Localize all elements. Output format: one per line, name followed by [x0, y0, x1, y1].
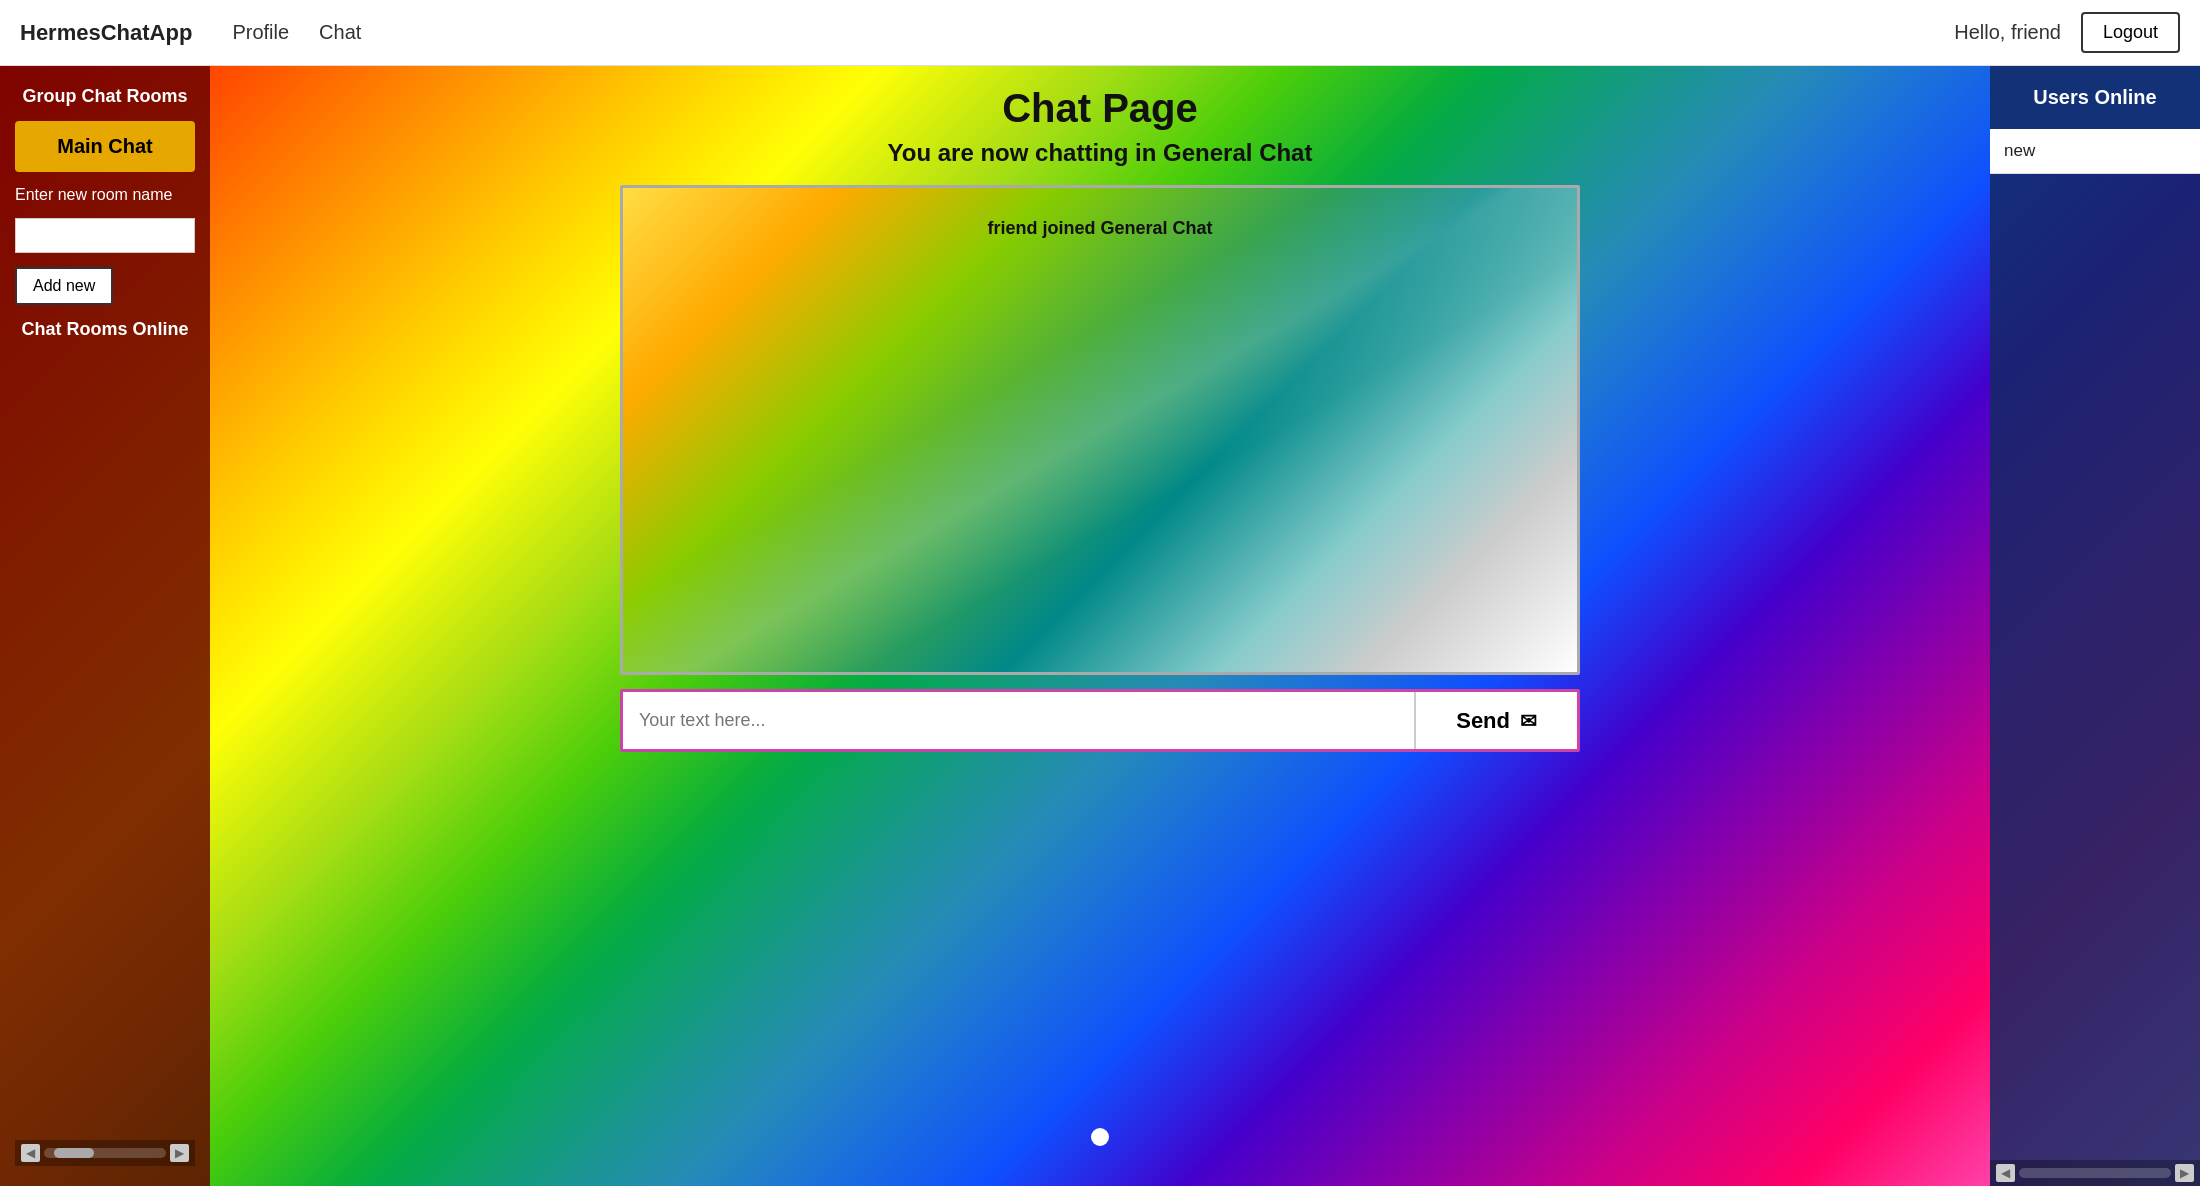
- right-sidebar: Users Online new ◀ ▶: [1990, 66, 2200, 1186]
- right-sidebar-scrollbar: ◀ ▶: [1990, 1160, 2200, 1186]
- app-brand: HermesChatApp: [20, 20, 192, 46]
- group-chat-rooms-title: Group Chat Rooms: [15, 86, 195, 107]
- chat-rooms-online-title: Chat Rooms Online: [15, 319, 195, 340]
- main-chat-button[interactable]: Main Chat: [15, 121, 195, 172]
- right-scroll-left-arrow[interactable]: ◀: [1996, 1164, 2015, 1182]
- add-new-button[interactable]: Add new: [15, 267, 113, 305]
- online-users-list: new: [1990, 129, 2200, 1160]
- enter-room-name-label: Enter new room name: [15, 186, 195, 204]
- left-sidebar-scrollbar: ◀ ▶: [15, 1140, 195, 1166]
- online-user-item[interactable]: new: [1990, 129, 2200, 174]
- message-input-area: Send ✉: [620, 689, 1580, 752]
- scroll-right-arrow[interactable]: ▶: [170, 1144, 189, 1162]
- logout-button[interactable]: Logout: [2081, 12, 2180, 53]
- bottom-indicator: [1091, 1128, 1109, 1146]
- system-message: friend joined General Chat: [643, 218, 1557, 239]
- page-title: Chat Page: [1002, 86, 1198, 131]
- room-name-input[interactable]: [15, 218, 195, 253]
- nav-links: Profile Chat: [232, 21, 1954, 44]
- message-input[interactable]: [623, 692, 1414, 749]
- navbar-right: Hello, friend Logout: [1954, 12, 2180, 53]
- nav-link-profile[interactable]: Profile: [232, 21, 289, 44]
- scroll-left-arrow[interactable]: ◀: [21, 1144, 40, 1162]
- navbar-greeting: Hello, friend: [1954, 21, 2061, 44]
- left-sidebar: Group Chat Rooms Main Chat Enter new roo…: [0, 66, 210, 1186]
- chat-message-area: friend joined General Chat: [623, 188, 1577, 259]
- users-online-header: Users Online: [1990, 66, 2200, 129]
- chat-box: friend joined General Chat: [620, 185, 1580, 675]
- right-scroll-right-arrow[interactable]: ▶: [2175, 1164, 2194, 1182]
- send-button-label: Send: [1456, 708, 1510, 734]
- nav-link-chat[interactable]: Chat: [319, 21, 361, 44]
- navbar: HermesChatApp Profile Chat Hello, friend…: [0, 0, 2200, 66]
- page-subtitle: You are now chatting in General Chat: [888, 139, 1313, 167]
- send-icon: ✉: [1520, 709, 1537, 733]
- send-button[interactable]: Send ✉: [1414, 692, 1577, 749]
- main-layout: Group Chat Rooms Main Chat Enter new roo…: [0, 66, 2200, 1186]
- center-area: Chat Page You are now chatting in Genera…: [210, 66, 1990, 1186]
